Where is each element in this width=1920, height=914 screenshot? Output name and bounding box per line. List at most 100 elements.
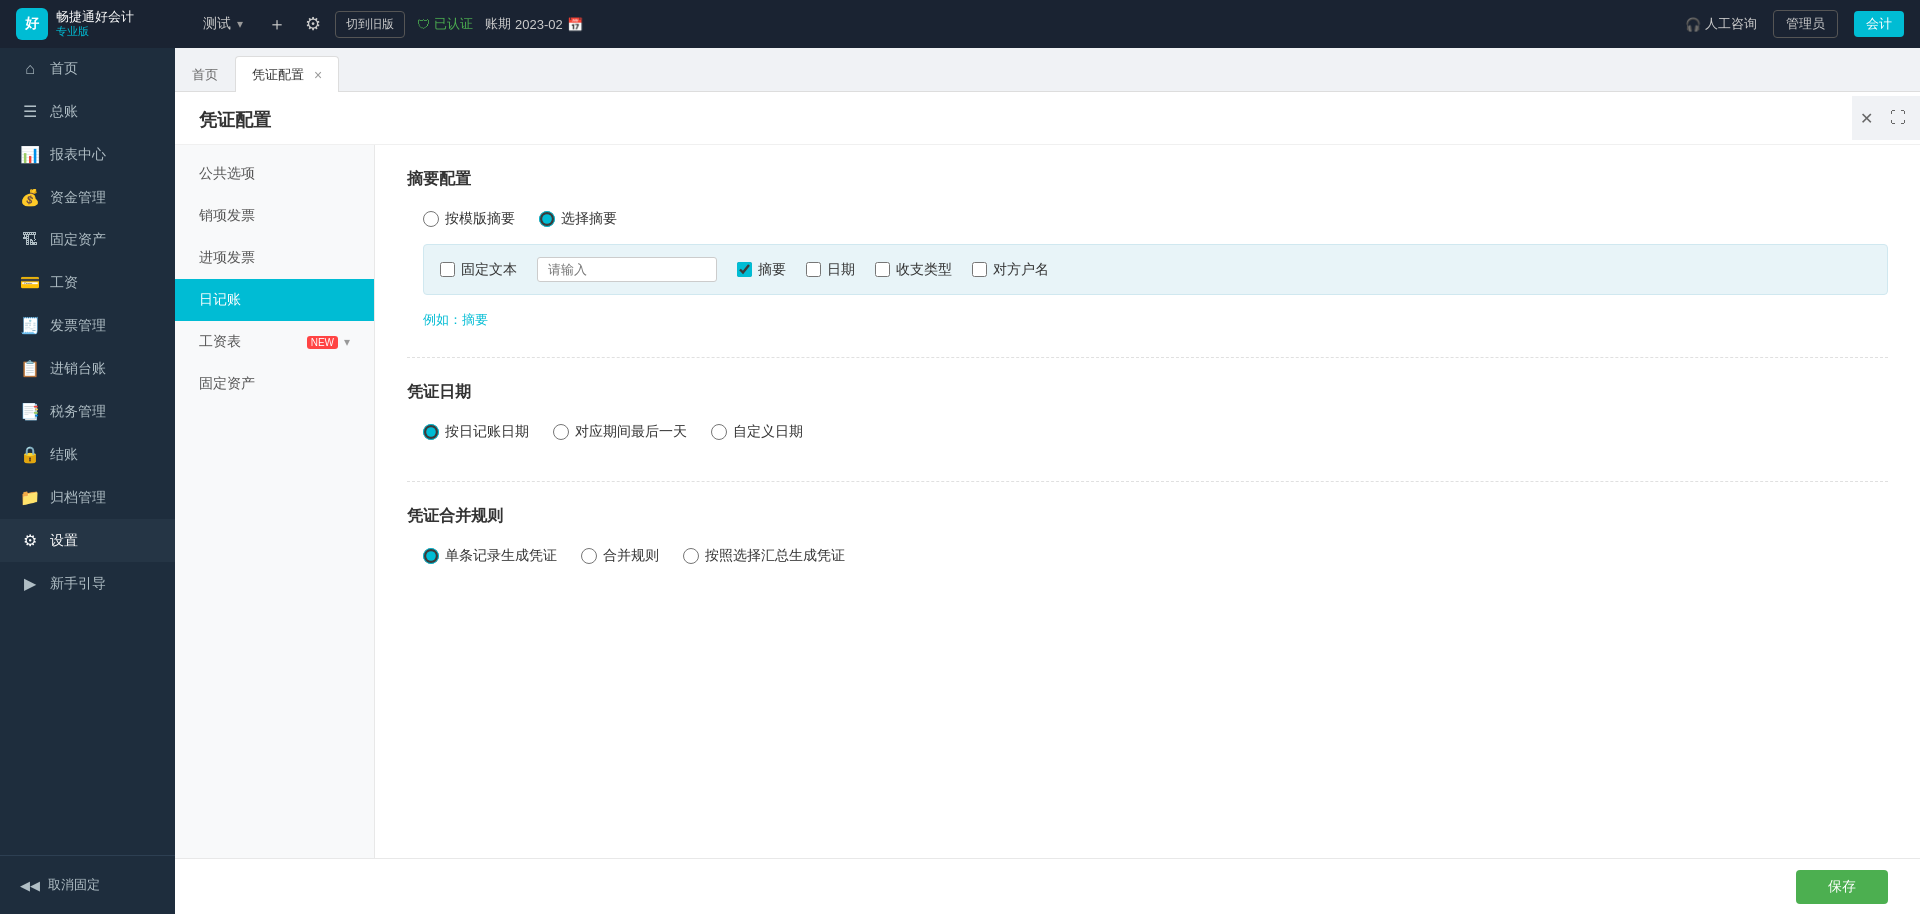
radio-single-input[interactable] bbox=[423, 548, 439, 564]
maximize-button[interactable]: ⛶ bbox=[1884, 104, 1912, 132]
settings-nav-icon: ⚙ bbox=[20, 531, 40, 550]
company-dropdown-arrow[interactable]: ▾ bbox=[237, 17, 243, 31]
certified-label: 已认证 bbox=[434, 15, 473, 33]
radio-merge-input[interactable] bbox=[581, 548, 597, 564]
bottom-bar: 保存 bbox=[175, 858, 1920, 914]
payment-type-label: 收支类型 bbox=[896, 261, 952, 279]
radio-merge[interactable]: 合并规则 bbox=[581, 547, 659, 565]
nav-item-sales[interactable]: 销项发票 bbox=[175, 195, 374, 237]
radio-custom-date[interactable]: 自定义日期 bbox=[711, 423, 803, 441]
checkbox-summary[interactable]: 摘要 bbox=[737, 261, 786, 279]
collapse-button[interactable]: ◀◀ 取消固定 bbox=[0, 866, 175, 904]
checkbox-date[interactable]: 日期 bbox=[806, 261, 855, 279]
service-label: 人工咨询 bbox=[1705, 15, 1757, 33]
nav-item-public[interactable]: 公共选项 bbox=[175, 153, 374, 195]
user-button[interactable]: 管理员 bbox=[1773, 10, 1838, 38]
radio-select-summary[interactable]: 选择摘要 bbox=[539, 210, 617, 228]
nav-label-purchase: 进项发票 bbox=[199, 249, 255, 265]
salary-icon: 💳 bbox=[20, 273, 40, 292]
nav-item-payroll[interactable]: 工资表 NEW ▾ bbox=[175, 321, 374, 363]
checkbox-payment-type[interactable]: 收支类型 bbox=[875, 261, 952, 279]
report-icon: 📊 bbox=[20, 145, 40, 164]
logo-area: 好 畅捷通好会计 专业版 bbox=[16, 8, 191, 40]
radio-period-last-input[interactable] bbox=[553, 424, 569, 440]
header-right: 🎧 人工咨询 管理员 会计 bbox=[1685, 10, 1904, 38]
sidebar-item-guide[interactable]: ▶ 新手引导 bbox=[0, 562, 175, 605]
payroll-expand-icon: ▾ bbox=[344, 335, 350, 349]
logo-text-area: 畅捷通好会计 专业版 bbox=[56, 9, 134, 40]
trade-icon: 📋 bbox=[20, 359, 40, 378]
voucher-date-section: 凭证日期 按日记账日期 对应期间最后一天 bbox=[407, 358, 1888, 482]
sidebar-item-salary[interactable]: 💳 工资 bbox=[0, 261, 175, 304]
nav-item-purchase[interactable]: 进项发票 bbox=[175, 237, 374, 279]
service-button[interactable]: 🎧 人工咨询 bbox=[1685, 15, 1757, 33]
fixed-text-input[interactable] bbox=[537, 257, 717, 282]
merge-rules-body: 单条记录生成凭证 合并规则 按照选择汇总生成凭证 bbox=[407, 547, 1888, 565]
radio-summary-merge-label: 按照选择汇总生成凭证 bbox=[705, 547, 845, 565]
new-badge: NEW bbox=[307, 336, 338, 349]
radio-summary-merge[interactable]: 按照选择汇总生成凭证 bbox=[683, 547, 845, 565]
sidebar-item-asset[interactable]: 🏗 固定资产 bbox=[0, 219, 175, 261]
archive-icon: 📁 bbox=[20, 488, 40, 507]
checkbox-counterparty[interactable]: 对方户名 bbox=[972, 261, 1049, 279]
sidebar-label-archive: 归档管理 bbox=[50, 489, 106, 507]
page-content: 凭证配置 ↻ 刷新 公共选项 销项发票 进项发票 bbox=[175, 92, 1920, 858]
tab-voucher-config[interactable]: 凭证配置 × bbox=[235, 56, 339, 92]
nav-label-public: 公共选项 bbox=[199, 165, 255, 181]
sidebar-item-invoice[interactable]: 🧾 发票管理 bbox=[0, 304, 175, 347]
radio-summary-merge-input[interactable] bbox=[683, 548, 699, 564]
top-header: 好 畅捷通好会计 专业版 测试 ▾ ＋ ⚙ 切到旧版 🛡 已认证 账期 2023… bbox=[0, 0, 1920, 48]
radio-journal-date[interactable]: 按日记账日期 bbox=[423, 423, 529, 441]
settings-button[interactable]: ⚙ bbox=[299, 10, 327, 38]
sidebar-item-report[interactable]: 📊 报表中心 bbox=[0, 133, 175, 176]
collapse-label: 取消固定 bbox=[48, 876, 100, 894]
calendar-icon[interactable]: 📅 bbox=[567, 17, 583, 32]
radio-custom-date-label: 自定义日期 bbox=[733, 423, 803, 441]
tab-bar: 首页 凭证配置 × ✕ ⛶ bbox=[175, 48, 1920, 92]
sidebar-item-home[interactable]: ⌂ 首页 bbox=[0, 48, 175, 90]
sidebar-item-archive[interactable]: 📁 归档管理 bbox=[0, 476, 175, 519]
tab-close-button[interactable]: × bbox=[314, 67, 322, 83]
tab-home[interactable]: 首页 bbox=[175, 56, 235, 92]
left-nav: 公共选项 销项发票 进项发票 日记账 工资表 NEW bbox=[175, 145, 375, 858]
invoice-icon: 🧾 bbox=[20, 316, 40, 335]
sidebar-item-tax[interactable]: 📑 税务管理 bbox=[0, 390, 175, 433]
radio-period-last[interactable]: 对应期间最后一天 bbox=[553, 423, 687, 441]
date-checkbox[interactable] bbox=[806, 262, 821, 277]
content-area: 首页 凭证配置 × ✕ ⛶ 凭证配置 ↻ 刷新 bbox=[175, 48, 1920, 914]
radio-select-input[interactable] bbox=[539, 211, 555, 227]
radio-custom-date-input[interactable] bbox=[711, 424, 727, 440]
sidebar-item-capital[interactable]: 💰 资金管理 bbox=[0, 176, 175, 219]
payment-type-checkbox[interactable] bbox=[875, 262, 890, 277]
sidebar: ⌂ 首页 ☰ 总账 📊 报表中心 💰 资金管理 🏗 固定资产 💳 工资 bbox=[0, 48, 175, 914]
fixed-text-checkbox[interactable] bbox=[440, 262, 455, 277]
radio-template-label: 按模版摘要 bbox=[445, 210, 515, 228]
home-icon: ⌂ bbox=[20, 60, 40, 78]
save-button[interactable]: 保存 bbox=[1796, 870, 1888, 904]
tab-voucher-config-label: 凭证配置 bbox=[252, 66, 304, 84]
voucher-date-title: 凭证日期 bbox=[407, 382, 1888, 403]
nav-item-fixed-asset[interactable]: 固定资产 bbox=[175, 363, 374, 405]
sidebar-item-ledger[interactable]: ☰ 总账 bbox=[0, 90, 175, 133]
radio-journal-date-input[interactable] bbox=[423, 424, 439, 440]
summary-checkbox[interactable] bbox=[737, 262, 752, 277]
sidebar-label-settings: 设置 bbox=[50, 532, 78, 550]
sidebar-label-tax: 税务管理 bbox=[50, 403, 106, 421]
radio-template-input[interactable] bbox=[423, 211, 439, 227]
checkbox-fixed-text[interactable]: 固定文本 bbox=[440, 261, 517, 279]
date-radio-group: 按日记账日期 对应期间最后一天 自定义日期 bbox=[423, 423, 1888, 441]
period-value: 2023-02 bbox=[515, 17, 563, 32]
sidebar-item-closing[interactable]: 🔒 结账 bbox=[0, 433, 175, 476]
sidebar-item-trade[interactable]: 📋 进销台账 bbox=[0, 347, 175, 390]
radio-template-summary[interactable]: 按模版摘要 bbox=[423, 210, 515, 228]
counterparty-checkbox[interactable] bbox=[972, 262, 987, 277]
sidebar-item-settings[interactable]: ⚙ 设置 bbox=[0, 519, 175, 562]
page-title: 凭证配置 bbox=[199, 108, 271, 132]
accountant-button[interactable]: 会计 bbox=[1854, 11, 1904, 37]
radio-single[interactable]: 单条记录生成凭证 bbox=[423, 547, 557, 565]
switch-old-button[interactable]: 切到旧版 bbox=[335, 11, 405, 38]
add-button[interactable]: ＋ bbox=[263, 10, 291, 38]
nav-item-journal[interactable]: 日记账 bbox=[175, 279, 374, 321]
close-window-button[interactable]: ✕ bbox=[1852, 104, 1880, 132]
nav-label-fixed-asset: 固定资产 bbox=[199, 375, 255, 391]
